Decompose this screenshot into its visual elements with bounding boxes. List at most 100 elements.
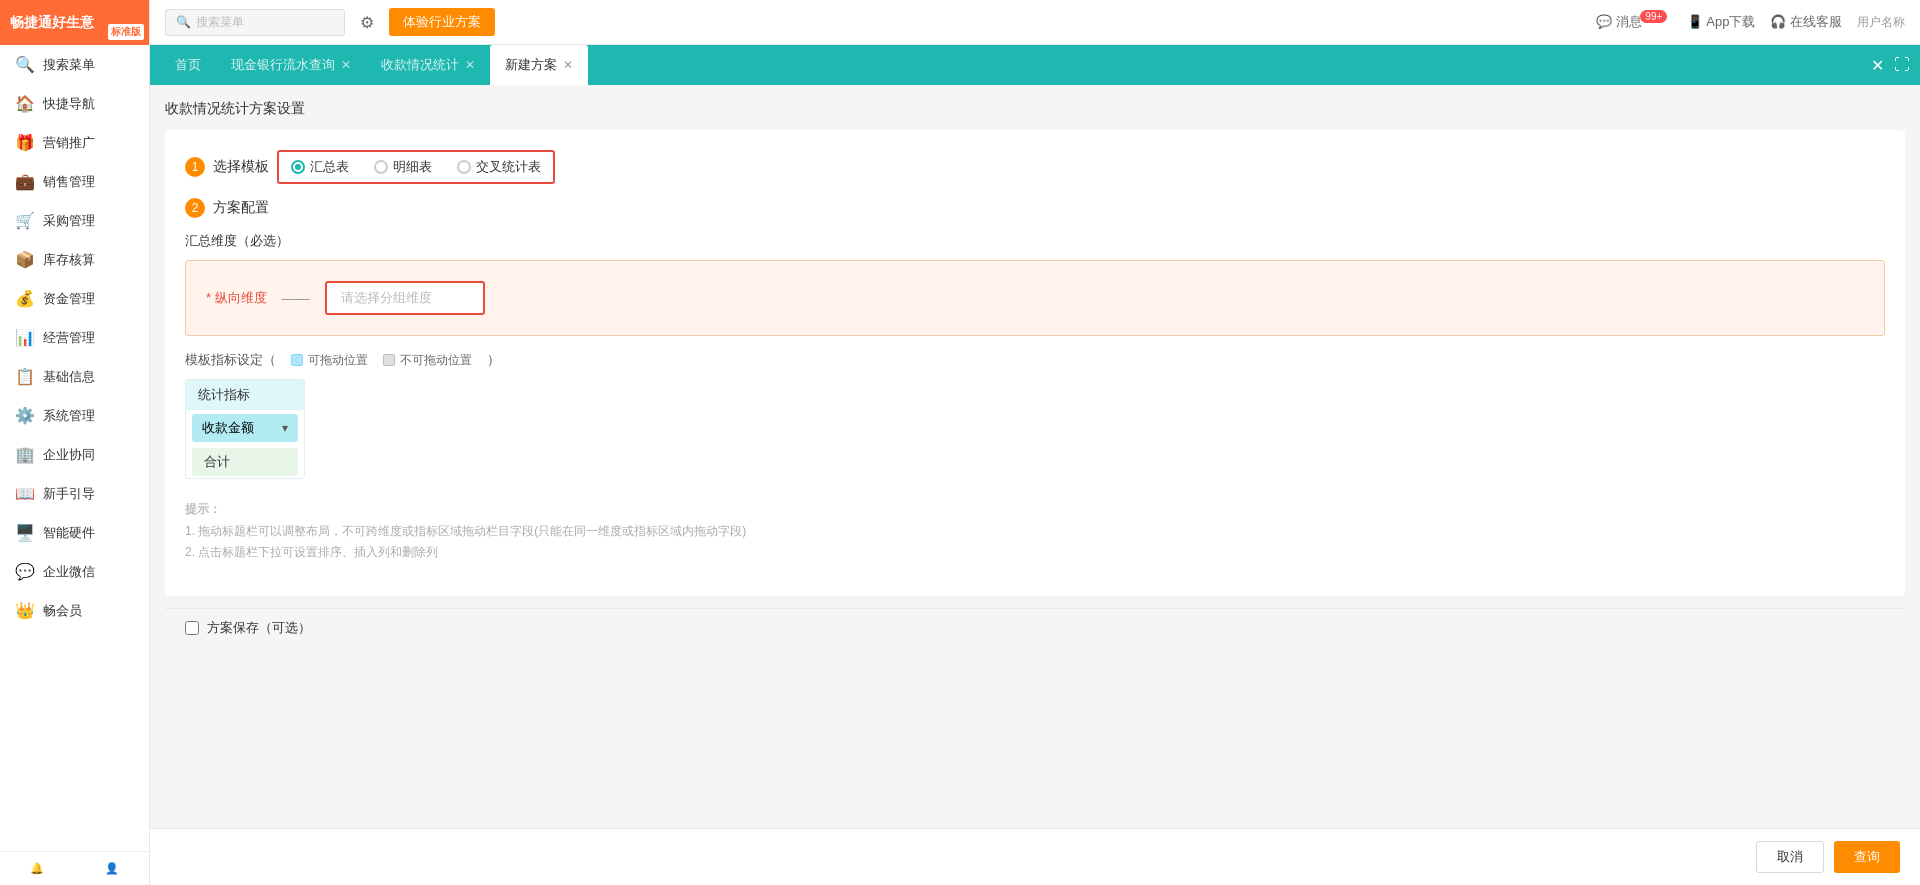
- metrics-close-paren: ）: [487, 351, 500, 369]
- footer-area: 方案保存（可选）: [165, 608, 1905, 647]
- step1-header: 1 选择模板 汇总表 明细表 交叉统计表: [185, 150, 1885, 184]
- app-badge: 标准版: [108, 24, 144, 40]
- sidebar-item-label: 快捷导航: [43, 95, 95, 113]
- draggable-indicator: 可拖动位置: [291, 352, 368, 369]
- dimension-section-label: 汇总维度（必选）: [185, 232, 1885, 250]
- sidebar-item-label: 营销推广: [43, 134, 95, 152]
- sidebar-item-inventory[interactable]: 📦 库存核算: [0, 240, 149, 279]
- draggable-dot: [291, 354, 303, 366]
- step1-section: 1 选择模板 汇总表 明细表 交叉统计表: [185, 150, 1885, 184]
- sidebar-item-wechat[interactable]: 💬 企业微信: [0, 552, 149, 591]
- topbar-right: 💬 消息 99+ 📱 App下载 🎧 在线客服 用户名称: [1596, 13, 1905, 31]
- sidebar-item-label: 经营管理: [43, 329, 95, 347]
- radio-summary[interactable]: 汇总表: [291, 158, 349, 176]
- operations-icon: 📊: [15, 328, 35, 347]
- tab-home[interactable]: 首页: [160, 45, 216, 85]
- radio-detail[interactable]: 明细表: [374, 158, 432, 176]
- step2-title: 方案配置: [213, 199, 269, 217]
- sidebar-item-quicknav[interactable]: 🏠 快捷导航: [0, 84, 149, 123]
- tab-close-icon[interactable]: ✕: [563, 58, 573, 72]
- maximize-icon[interactable]: ⛶: [1894, 56, 1910, 75]
- sidebar-item-label: 库存核算: [43, 251, 95, 269]
- metrics-tag-collection[interactable]: 收款金额 ▾: [192, 414, 298, 442]
- sidebar-item-finance[interactable]: 💰 资金管理: [0, 279, 149, 318]
- user-name[interactable]: 用户名称: [1857, 14, 1905, 31]
- step2-header: 2 方案配置: [185, 198, 1885, 218]
- sidebar-item-operations[interactable]: 📊 经营管理: [0, 318, 149, 357]
- sidebar-item-label: 采购管理: [43, 212, 95, 230]
- radio-cross[interactable]: 交叉统计表: [457, 158, 541, 176]
- sidebar-item-label: 销售管理: [43, 173, 95, 191]
- sidebar-item-marketing[interactable]: 🎁 营销推广: [0, 123, 149, 162]
- basic-icon: 📋: [15, 367, 35, 386]
- sidebar-item-hardware[interactable]: 🖥️ 智能硬件: [0, 513, 149, 552]
- sidebar-bottom-item-2[interactable]: 👤: [105, 862, 119, 875]
- tab-new-plan[interactable]: 新建方案 ✕: [490, 45, 588, 85]
- radio-dot-cross: [457, 160, 471, 174]
- service-item[interactable]: 🎧 在线客服: [1770, 13, 1842, 31]
- finance-icon: 💰: [15, 289, 35, 308]
- member-icon: 👑: [15, 601, 35, 620]
- sidebar-item-label: 搜索菜单: [43, 56, 95, 74]
- tab-collection-stats[interactable]: 收款情况统计 ✕: [366, 45, 490, 85]
- guide-icon: 📖: [15, 484, 35, 503]
- gift-icon: 🎁: [15, 133, 35, 152]
- tab-bank-flow[interactable]: 现金银行流水查询 ✕: [216, 45, 366, 85]
- query-button[interactable]: 查询: [1834, 841, 1900, 873]
- tab-close-icon[interactable]: ✕: [465, 58, 475, 72]
- hints-line2: 2. 点击标题栏下拉可设置排序、插入列和删除列: [185, 542, 1885, 564]
- cancel-button[interactable]: 取消: [1756, 841, 1824, 873]
- tab-close-icon[interactable]: ✕: [341, 58, 351, 72]
- search-icon: 🔍: [15, 55, 35, 74]
- sidebar-item-enterprise[interactable]: 🏢 企业协同: [0, 435, 149, 474]
- arrow-icon: ——: [282, 290, 310, 306]
- search-placeholder: 搜索菜单: [196, 14, 244, 31]
- content-area: 收款情况统计方案设置 1 选择模板 汇总表 明细表: [150, 85, 1920, 828]
- tab-label: 现金银行流水查询: [231, 56, 335, 74]
- sidebar-item-label: 资金管理: [43, 290, 95, 308]
- sidebar-item-label: 系统管理: [43, 407, 95, 425]
- step1-title: 选择模板: [213, 158, 269, 176]
- sidebar-item-sales[interactable]: 💼 销售管理: [0, 162, 149, 201]
- radio-dot-detail: [374, 160, 388, 174]
- dimension-selector[interactable]: 请选择分组维度: [325, 281, 485, 315]
- radio-label-cross: 交叉统计表: [476, 158, 541, 176]
- sidebar-item-label: 企业微信: [43, 563, 95, 581]
- download-item[interactable]: 📱 App下载: [1687, 13, 1755, 31]
- sidebar-item-label: 新手引导: [43, 485, 95, 503]
- search-icon: 🔍: [176, 15, 191, 29]
- save-plan-checkbox[interactable]: [185, 621, 199, 635]
- save-plan-label: 方案保存（可选）: [207, 619, 311, 637]
- sidebar-item-basic[interactable]: 📋 基础信息: [0, 357, 149, 396]
- sidebar-bottom: 🔔 👤: [0, 851, 149, 885]
- inventory-icon: 📦: [15, 250, 35, 269]
- sidebar-item-search[interactable]: 🔍 搜索菜单: [0, 45, 149, 84]
- step1-num: 1: [185, 157, 205, 177]
- dimension-row: 纵向维度 —— 请选择分组维度: [206, 281, 1864, 315]
- main-area: 🔍 搜索菜单 ⚙ 体验行业方案 💬 消息 99+ 📱 App下载 🎧 在线客服 …: [150, 0, 1920, 885]
- metrics-header: 模板指标设定（ 可拖动位置 不可拖动位置 ）: [185, 351, 1885, 369]
- sidebar-item-guide[interactable]: 📖 新手引导: [0, 474, 149, 513]
- settings-icon[interactable]: ⚙: [360, 13, 374, 32]
- hints-line1: 1. 拖动标题栏可以调整布局，不可跨维度或指标区域拖动栏目字段(只能在同一维度或…: [185, 521, 1885, 543]
- tab-label: 收款情况统计: [381, 56, 459, 74]
- hardware-icon: 🖥️: [15, 523, 35, 542]
- sidebar-item-member[interactable]: 👑 畅会员: [0, 591, 149, 630]
- radio-label-detail: 明细表: [393, 158, 432, 176]
- topbar: 🔍 搜索菜单 ⚙ 体验行业方案 💬 消息 99+ 📱 App下载 🎧 在线客服 …: [150, 0, 1920, 45]
- trial-button[interactable]: 体验行业方案: [389, 8, 495, 36]
- message-item[interactable]: 💬 消息 99+: [1596, 13, 1672, 31]
- settings-card: 1 选择模板 汇总表 明细表 交叉统计表: [165, 130, 1905, 596]
- sidebar-item-system[interactable]: ⚙️ 系统管理: [0, 396, 149, 435]
- home-icon: 🏠: [15, 94, 35, 113]
- sidebar-bottom-item-1[interactable]: 🔔: [30, 862, 44, 875]
- sidebar-item-purchase[interactable]: 🛒 采购管理: [0, 201, 149, 240]
- radio-label-summary: 汇总表: [310, 158, 349, 176]
- sidebar-item-label: 智能硬件: [43, 524, 95, 542]
- search-box[interactable]: 🔍 搜索菜单: [165, 9, 345, 36]
- non-draggable-dot: [383, 354, 395, 366]
- page-title: 收款情况统计方案设置: [165, 100, 1905, 118]
- metrics-grid: 统计指标 收款金额 ▾ 合计: [185, 379, 305, 479]
- close-icon[interactable]: ✕: [1871, 56, 1884, 75]
- wechat-icon: 💬: [15, 562, 35, 581]
